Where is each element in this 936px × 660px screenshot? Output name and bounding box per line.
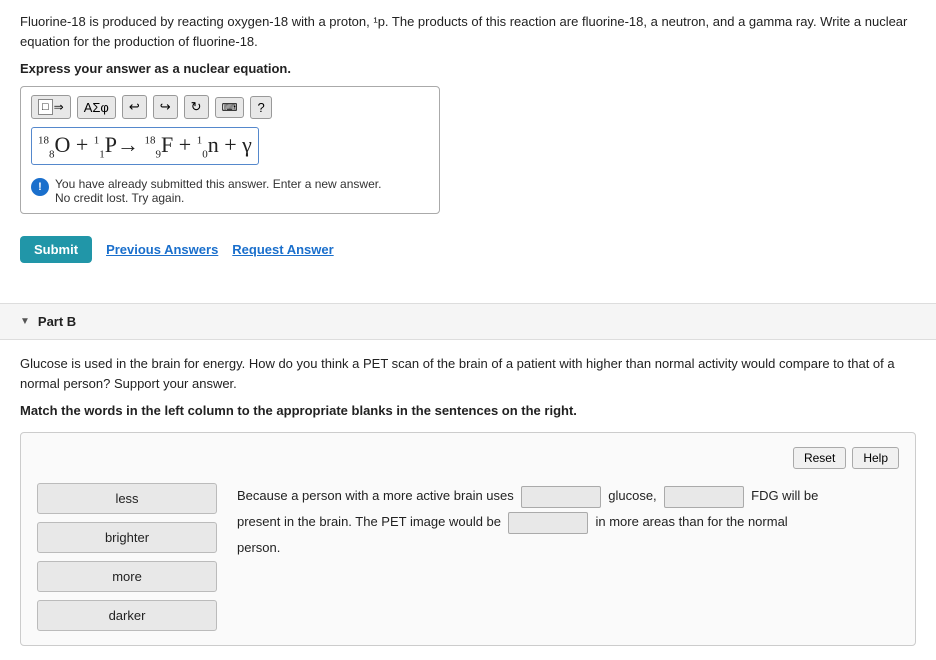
undo-btn[interactable]: ↩ [122, 95, 147, 119]
word-brighter[interactable]: brighter [37, 522, 217, 553]
warning-icon: ! [31, 178, 49, 196]
symbol-btn[interactable]: ΑΣφ [77, 96, 116, 119]
answer-label: Express your answer as a nuclear equatio… [20, 61, 916, 76]
sentence-part1-text: Because a person with a more active brai… [237, 488, 514, 503]
blank-1[interactable] [521, 486, 601, 508]
part-b-title: Part B [38, 314, 76, 329]
word-less[interactable]: less [37, 483, 217, 514]
sentence-part2-text: present in the brain. The PET image woul… [237, 514, 501, 529]
part-b-header: ▼ Part B [0, 304, 936, 340]
right-column: Because a person with a more active brai… [237, 483, 899, 561]
request-answer-button[interactable]: Request Answer [232, 242, 333, 257]
redo-btn[interactable]: ↪ [153, 95, 178, 119]
word-darker[interactable]: darker [37, 600, 217, 631]
sentence-mid2-text: FDG will be [751, 488, 818, 503]
equation-display[interactable]: 188O + 11P→ 189F + 10n + γ [31, 127, 259, 165]
problem-text: Fluorine-18 is produced by reacting oxyg… [20, 12, 916, 51]
keyboard-btn[interactable]: ⌨ [215, 97, 245, 118]
match-columns: less brighter more darker Because a pers… [37, 483, 899, 631]
warning-box: ! You have already submitted this answer… [31, 177, 429, 205]
left-column: less brighter more darker [37, 483, 217, 631]
input-toolbar-icon[interactable]: □ ⇒ [31, 95, 71, 119]
warning-sub-text: No credit lost. Try again. [55, 191, 184, 205]
warning-text-block: You have already submitted this answer. … [55, 177, 381, 205]
match-top-buttons: Reset Help [37, 447, 899, 469]
match-container: Reset Help less brighter more darker Bec… [20, 432, 916, 646]
submit-button[interactable]: Submit [20, 236, 92, 263]
blank-3[interactable] [508, 512, 588, 534]
blank-2[interactable] [664, 486, 744, 508]
sentence-mid3-text: in more areas than for the normal [595, 514, 787, 529]
equation-toolbar: □ ⇒ ΑΣφ ↩ ↪ ↻ ⌨ ? [31, 95, 429, 119]
submit-row: Submit Previous Answers Request Answer [20, 236, 916, 263]
sentence-2: present in the brain. The PET image woul… [237, 509, 899, 535]
help-toolbar-btn[interactable]: ? [250, 96, 271, 119]
reset-button[interactable]: Reset [793, 447, 846, 469]
part-b-description: Glucose is used in the brain for energy.… [20, 354, 916, 393]
match-label: Match the words in the left column to th… [20, 403, 916, 418]
warning-main-text: You have already submitted this answer. … [55, 177, 381, 191]
equation-input-box[interactable]: □ ⇒ ΑΣφ ↩ ↪ ↻ ⌨ ? 188O + 11P→ 189F + 10n… [20, 86, 440, 214]
part-b-triangle-icon: ▼ [20, 316, 30, 327]
word-more[interactable]: more [37, 561, 217, 592]
previous-answers-button[interactable]: Previous Answers [106, 242, 218, 257]
sentence-mid1-text: glucose, [608, 488, 656, 503]
part-b-body: Glucose is used in the brain for energy.… [0, 340, 936, 660]
sentence-end-text: person. [237, 540, 280, 555]
refresh-btn[interactable]: ↻ [184, 95, 209, 119]
sentence-1: Because a person with a more active brai… [237, 483, 899, 509]
sentence-3: person. [237, 535, 899, 561]
help-button[interactable]: Help [852, 447, 899, 469]
